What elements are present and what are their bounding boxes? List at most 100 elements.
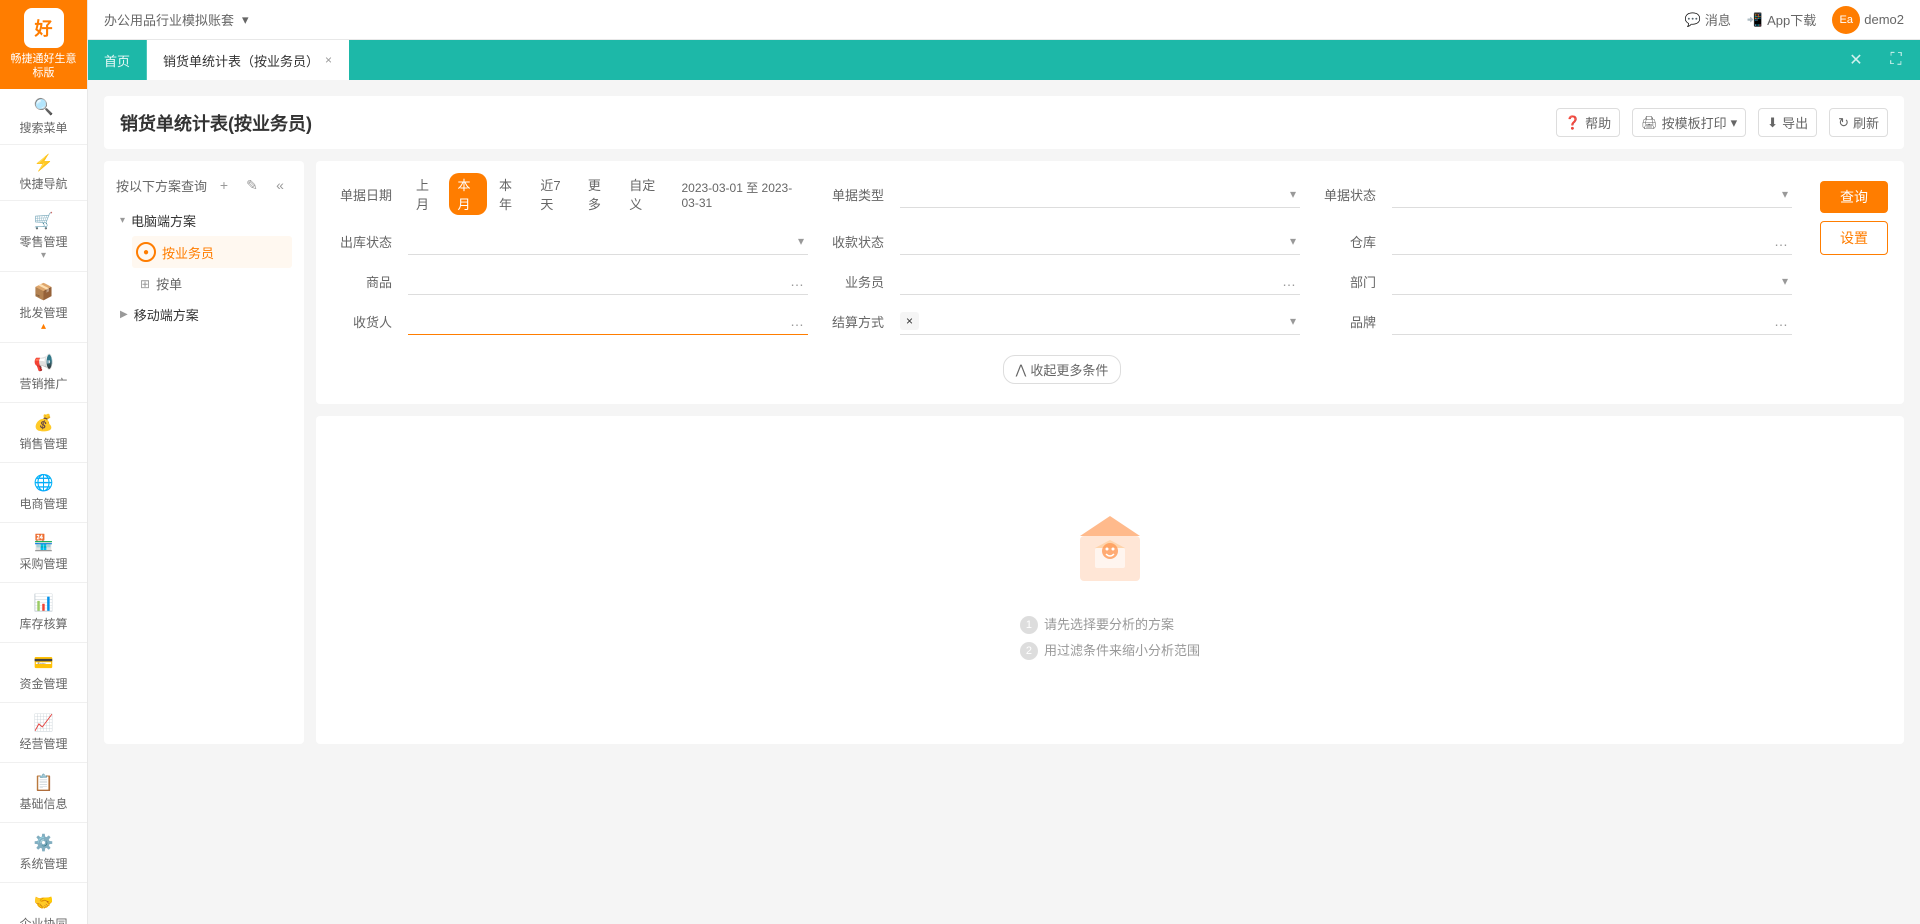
staff-filter[interactable]: … xyxy=(900,267,1300,295)
ecommerce-icon: 🌐 xyxy=(34,473,54,493)
empty-step-2: 2 用过滤条件来缩小分析范围 xyxy=(1020,638,1200,664)
sidebar-marketing[interactable]: 📢 营销推广 xyxy=(0,343,87,403)
collapse-btn-label: 收起更多条件 xyxy=(1030,360,1108,379)
dept-filter[interactable]: ▾ xyxy=(1392,267,1792,295)
help-label: 帮助 xyxy=(1585,113,1611,132)
export-btn[interactable]: ⬇ 导出 xyxy=(1758,108,1817,137)
filter-row-3: 商品 … 业务员 … 部门 ▾ xyxy=(332,267,1792,295)
shortcut-more[interactable]: 更多 xyxy=(580,173,617,215)
sidebar-wholesale[interactable]: 📦 批发管理 ▴ xyxy=(0,272,87,343)
sidebar-system[interactable]: ⚙️ 系统管理 xyxy=(0,823,87,883)
tree-item-by-staff[interactable]: ● 按业务员 xyxy=(132,236,292,268)
settlement-tag-x[interactable]: × xyxy=(906,314,913,328)
filter-row-2: 出库状态 ▾ 收款状态 ▾ 仓库 … xyxy=(332,227,1792,255)
inventory-icon: 📊 xyxy=(34,593,54,613)
sidebar-ecommerce[interactable]: 🌐 电商管理 xyxy=(0,463,87,523)
tree-mobile-section[interactable]: ▶ 移动端方案 xyxy=(116,299,292,330)
export-label: 导出 xyxy=(1782,113,1808,132)
print-icon: 🖨 xyxy=(1641,115,1658,131)
print-btn[interactable]: 🖨 按模板打印 ▾ xyxy=(1632,108,1746,137)
wholesale-icon: 📦 xyxy=(34,282,54,302)
sidebar-sales[interactable]: 💰 销售管理 xyxy=(0,403,87,463)
left-panel-collapse-btn[interactable]: « xyxy=(268,173,292,197)
shortcut-last-7-days[interactable]: 近7天 xyxy=(532,173,575,215)
sidebar-purchase[interactable]: 🏪 采购管理 xyxy=(0,523,87,583)
tabs-right: ✕ ⛶ xyxy=(1840,44,1920,76)
sidebar-quick-nav[interactable]: ⚡ 快捷导航 xyxy=(0,145,87,201)
refresh-btn[interactable]: ↻ 刷新 xyxy=(1829,108,1888,137)
tab-home[interactable]: 首页 xyxy=(88,40,147,80)
app-download-label: App下载 xyxy=(1767,10,1816,29)
sidebar-logo[interactable]: 好 畅捷通好生意标版 xyxy=(0,0,87,89)
left-panel-header: 按以下方案查询 + ✎ « xyxy=(116,173,292,197)
tab-close-icon[interactable]: × xyxy=(325,53,332,67)
shortcut-last-month[interactable]: 上月 xyxy=(408,173,445,215)
staff-label: 业务员 xyxy=(824,272,884,291)
left-panel-edit-btn[interactable]: ✎ xyxy=(240,173,264,197)
inventory-label: 库存核算 xyxy=(19,615,67,632)
search-menu-icon: 🔍 xyxy=(34,97,54,117)
out-status-filter[interactable]: ▾ xyxy=(408,227,808,255)
ecommerce-label: 电商管理 xyxy=(19,495,67,512)
staff-dots-icon[interactable]: … xyxy=(1282,273,1296,289)
left-panel-icons: + ✎ « xyxy=(212,173,292,197)
operations-label: 经营管理 xyxy=(19,735,67,752)
enterprise-icon: 🤝 xyxy=(34,893,54,913)
topbar: 办公用品行业模拟账套 ▾ 💬 消息 📲 App下载 Ea demo2 xyxy=(88,0,1920,40)
sidebar-operations[interactable]: 📈 经营管理 xyxy=(0,703,87,763)
message-btn[interactable]: 💬 消息 xyxy=(1685,10,1731,29)
out-status-label: 出库状态 xyxy=(332,232,392,251)
app-download-btn[interactable]: 📲 App下载 xyxy=(1747,10,1816,29)
sidebar-finance[interactable]: 💳 资金管理 xyxy=(0,643,87,703)
sidebar-search-menu[interactable]: 🔍 搜索菜单 xyxy=(0,89,87,145)
collapse-row: ⋀ 收起更多条件 xyxy=(332,347,1792,392)
collapse-filter-btn[interactable]: ⋀ 收起更多条件 xyxy=(1003,355,1122,384)
tab-close-window-icon[interactable]: ✕ xyxy=(1840,44,1872,76)
sidebar-inventory[interactable]: 📊 库存核算 xyxy=(0,583,87,643)
edit-icon: ✎ xyxy=(246,177,258,194)
tree-item-by-order[interactable]: ⊞ 按单 xyxy=(132,268,292,299)
doc-status-filter[interactable]: ▾ xyxy=(1392,180,1792,208)
doc-type-filter[interactable]: ▾ xyxy=(900,180,1300,208)
shortcut-this-month[interactable]: 本月 xyxy=(449,173,486,215)
empty-icon xyxy=(1060,496,1160,596)
consignee-filter[interactable]: … xyxy=(408,307,808,335)
pay-status-filter[interactable]: ▾ xyxy=(900,227,1300,255)
page-header-actions: ❓ 帮助 🖨 按模板打印 ▾ ⬇ 导出 ↻ 刷新 xyxy=(1556,108,1888,137)
step-2-num: 2 xyxy=(1020,642,1038,660)
help-btn[interactable]: ❓ 帮助 xyxy=(1556,108,1620,137)
left-panel-add-btn[interactable]: + xyxy=(212,173,236,197)
goods-filter[interactable]: … xyxy=(408,267,808,295)
settlement-filter[interactable]: × ▾ xyxy=(900,307,1300,335)
filter-row-4: 收货人 … 结算方式 × ▾ xyxy=(332,307,1792,335)
message-label: 消息 xyxy=(1705,10,1731,29)
brand-dots-icon[interactable]: … xyxy=(1774,313,1788,329)
basic-info-label: 基础信息 xyxy=(19,795,67,812)
sidebar-retail[interactable]: 🛒 零售管理 ▾ xyxy=(0,201,87,272)
sidebar-enterprise[interactable]: 🤝 企业协同 xyxy=(0,883,87,924)
pay-status-dropdown-icon: ▾ xyxy=(1290,234,1296,248)
sidebar: 好 畅捷通好生意标版 🔍 搜索菜单 ⚡ 快捷导航 🛒 零售管理 ▾ 📦 批发管理… xyxy=(0,0,88,924)
sidebar-basic-info[interactable]: 📋 基础信息 xyxy=(0,763,87,823)
settings-button[interactable]: 设置 xyxy=(1820,221,1888,255)
tab-maximize-icon[interactable]: ⛶ xyxy=(1880,44,1912,76)
shortcut-this-year[interactable]: 本年 xyxy=(491,173,528,215)
layout-body: 按以下方案查询 + ✎ « ▾ xyxy=(104,161,1904,744)
user-name: demo2 xyxy=(1864,12,1904,27)
by-order-label: 按单 xyxy=(156,274,182,293)
goods-dots-icon[interactable]: … xyxy=(790,273,804,289)
warehouse-filter[interactable]: … xyxy=(1392,227,1792,255)
empty-state: 1 请先选择要分析的方案 2 用过滤条件来缩小分析范围 xyxy=(316,416,1904,744)
query-button[interactable]: 查询 xyxy=(1820,181,1888,213)
shortcut-custom[interactable]: 自定义 xyxy=(621,173,669,215)
finance-icon: 💳 xyxy=(34,653,54,673)
topbar-dropdown-icon[interactable]: ▾ xyxy=(242,12,249,28)
page-title: 销货单统计表(按业务员) xyxy=(120,110,312,136)
tree-pc-section[interactable]: ▾ 电脑端方案 xyxy=(116,205,292,236)
brand-filter[interactable]: … xyxy=(1392,307,1792,335)
tab-sales-report[interactable]: 销货单统计表（按业务员） × xyxy=(147,40,349,80)
user-profile-btn[interactable]: Ea demo2 xyxy=(1832,6,1904,34)
wholesale-expand-icon: ▴ xyxy=(41,321,46,332)
consignee-dots-icon[interactable]: … xyxy=(790,313,804,329)
warehouse-dots-icon[interactable]: … xyxy=(1774,233,1788,249)
